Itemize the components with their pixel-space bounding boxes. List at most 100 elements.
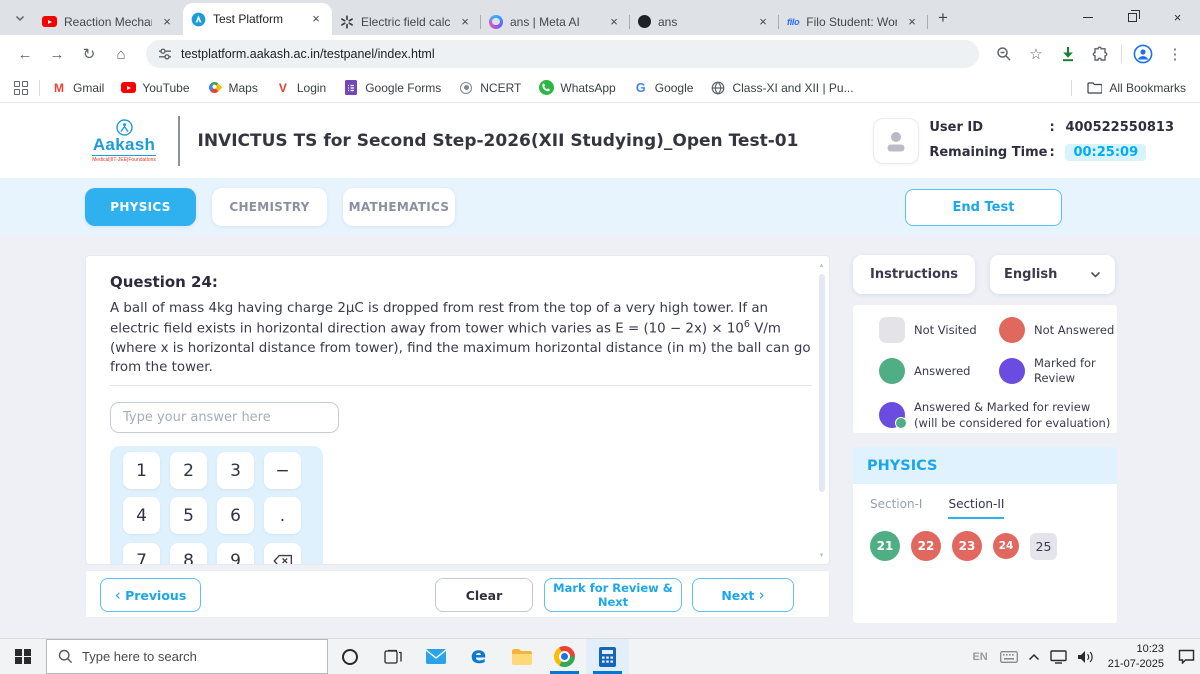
- browser-tab-filo[interactable]: filo Filo Student: World's ×: [779, 8, 928, 35]
- tab-chemistry[interactable]: CHEMISTRY: [212, 188, 327, 226]
- action-center-icon[interactable]: [1173, 639, 1200, 674]
- scroll-up-icon[interactable]: ▴: [820, 261, 824, 269]
- next-button[interactable]: Next ›: [692, 578, 794, 612]
- reload-icon[interactable]: ↻: [74, 39, 104, 69]
- home-icon[interactable]: ⌂: [106, 39, 136, 69]
- backspace-key[interactable]: [264, 542, 301, 564]
- question-number-bubbles: 21 22 23 24 25: [853, 519, 1117, 561]
- back-icon[interactable]: ←: [10, 39, 40, 69]
- bookmark-google-forms[interactable]: Google Forms: [343, 80, 441, 96]
- file-explorer-button[interactable]: [500, 639, 543, 674]
- keypad-key-6[interactable]: 6: [217, 497, 254, 535]
- volume-icon[interactable]: [1072, 639, 1099, 674]
- url-text[interactable]: testplatform.aakash.ac.in/testpanel/inde…: [181, 47, 435, 61]
- cortana-button[interactable]: [328, 639, 371, 674]
- menu-kebab-icon[interactable]: ⋮: [1160, 39, 1190, 69]
- bookmark-login[interactable]: V Login: [275, 80, 326, 96]
- bookmark-whatsapp[interactable]: WhatsApp: [538, 80, 616, 96]
- bookmark-gmail[interactable]: M Gmail: [51, 80, 104, 96]
- tab-mathematics[interactable]: MATHEMATICS: [343, 188, 455, 226]
- bookmark-youtube[interactable]: YouTube: [121, 81, 190, 95]
- answer-input[interactable]: [110, 402, 339, 434]
- browser-tab-reaction-mechanism[interactable]: Reaction Mechanism ×: [34, 8, 183, 35]
- keypad-key-8[interactable]: 8: [170, 542, 207, 564]
- keypad-key-4[interactable]: 4: [123, 497, 160, 535]
- keypad-key-1[interactable]: 1: [123, 452, 160, 490]
- legend-not-answered: Not Answered: [999, 317, 1117, 343]
- tab-title: Filo Student: World's: [806, 14, 897, 29]
- keypad-key-3[interactable]: 3: [217, 452, 254, 490]
- tab-physics[interactable]: PHYSICS: [85, 188, 196, 226]
- new-tab-button[interactable]: +: [930, 5, 956, 31]
- all-bookmarks[interactable]: All Bookmarks: [1071, 79, 1186, 96]
- network-icon[interactable]: [1045, 639, 1072, 674]
- tab-section-2[interactable]: Section-II: [948, 497, 1005, 519]
- keypad-key-7[interactable]: 7: [123, 542, 160, 564]
- taskbar-search[interactable]: [46, 639, 328, 674]
- minimize-button[interactable]: [1065, 0, 1110, 35]
- keypad-key-minus[interactable]: −: [264, 452, 301, 490]
- task-view-button[interactable]: [371, 639, 414, 674]
- tab-close-icon[interactable]: ×: [159, 14, 175, 30]
- window-controls: ×: [1065, 0, 1200, 35]
- keypad-key-dot[interactable]: .: [264, 497, 301, 535]
- touch-keyboard-icon[interactable]: [995, 639, 1023, 674]
- close-window-button[interactable]: ×: [1155, 0, 1200, 35]
- apps-grid-icon[interactable]: [14, 80, 28, 95]
- test-title: INVICTUS TS for Second Step-2026(XII Stu…: [197, 130, 799, 151]
- mail-button[interactable]: [414, 639, 457, 674]
- browser-tab-meta-ai[interactable]: ans | Meta AI ×: [481, 8, 630, 35]
- tab-search-chevron-icon[interactable]: [8, 6, 32, 30]
- chrome-taskbar-button[interactable]: [543, 639, 586, 674]
- forward-icon[interactable]: →: [42, 39, 72, 69]
- previous-button[interactable]: ‹ Previous: [100, 578, 201, 612]
- language-indicator[interactable]: EN: [965, 639, 994, 674]
- calculator-button[interactable]: [586, 639, 629, 674]
- taskbar-search-input[interactable]: [82, 649, 316, 664]
- bookmark-class-xi-xii[interactable]: Class-XI and XII | Pu...: [710, 80, 854, 96]
- address-bar[interactable]: testplatform.aakash.ac.in/testpanel/inde…: [146, 40, 979, 68]
- bookmark-maps[interactable]: Maps: [206, 79, 258, 96]
- question-23-bubble[interactable]: 23: [952, 531, 982, 561]
- browser-tab-electric-field[interactable]: Electric field calculati ×: [332, 8, 481, 35]
- instructions-button[interactable]: Instructions: [853, 255, 975, 294]
- time-text: 10:23: [1136, 643, 1164, 656]
- question-22-bubble[interactable]: 22: [911, 531, 941, 561]
- tab-close-icon[interactable]: ×: [606, 14, 622, 30]
- site-info-tune-icon[interactable]: [158, 47, 172, 61]
- language-value: English: [1004, 267, 1058, 282]
- edge-button[interactable]: e: [457, 639, 500, 674]
- tab-close-icon[interactable]: ×: [755, 14, 771, 30]
- question-24-bubble-current[interactable]: 24: [993, 533, 1019, 559]
- extensions-puzzle-icon[interactable]: [1085, 39, 1115, 69]
- taskbar-clock[interactable]: 10:23 21-07-2025: [1099, 642, 1173, 671]
- bookmark-google[interactable]: G Google: [633, 80, 694, 96]
- question-21-bubble[interactable]: 21: [870, 531, 900, 561]
- language-select[interactable]: English: [990, 255, 1115, 294]
- download-icon[interactable]: [1053, 39, 1083, 69]
- tab-close-icon[interactable]: ×: [457, 14, 473, 30]
- scroll-down-icon[interactable]: ▾: [817, 551, 826, 559]
- tab-section-1[interactable]: Section-I: [870, 497, 922, 519]
- bookmark-ncert[interactable]: NCERT: [458, 80, 521, 96]
- backspace-icon: [272, 555, 292, 564]
- clear-button[interactable]: Clear: [435, 578, 533, 612]
- tab-close-icon[interactable]: ×: [904, 14, 920, 30]
- bookmark-star-icon[interactable]: ☆: [1021, 39, 1051, 69]
- mark-review-next-button[interactable]: Mark for Review & Next: [544, 578, 682, 612]
- tray-chevron-up-icon[interactable]: [1023, 639, 1045, 674]
- zoom-search-icon[interactable]: [989, 39, 1019, 69]
- keypad-key-5[interactable]: 5: [170, 497, 207, 535]
- start-button[interactable]: [0, 639, 46, 674]
- keypad-key-2[interactable]: 2: [170, 452, 207, 490]
- browser-tab-test-platform[interactable]: Test Platform ×: [183, 3, 332, 35]
- question-25-bubble[interactable]: 25: [1030, 532, 1057, 560]
- question-scrollbar[interactable]: ▴ ▾: [817, 261, 826, 559]
- keypad-key-9[interactable]: 9: [217, 542, 254, 564]
- restore-button[interactable]: [1110, 0, 1155, 35]
- browser-tab-ans[interactable]: ans ×: [630, 8, 779, 35]
- tab-close-icon[interactable]: ×: [308, 11, 324, 27]
- end-test-button[interactable]: End Test: [905, 189, 1062, 226]
- scrollbar-thumb[interactable]: [818, 274, 825, 492]
- profile-icon[interactable]: [1128, 39, 1158, 69]
